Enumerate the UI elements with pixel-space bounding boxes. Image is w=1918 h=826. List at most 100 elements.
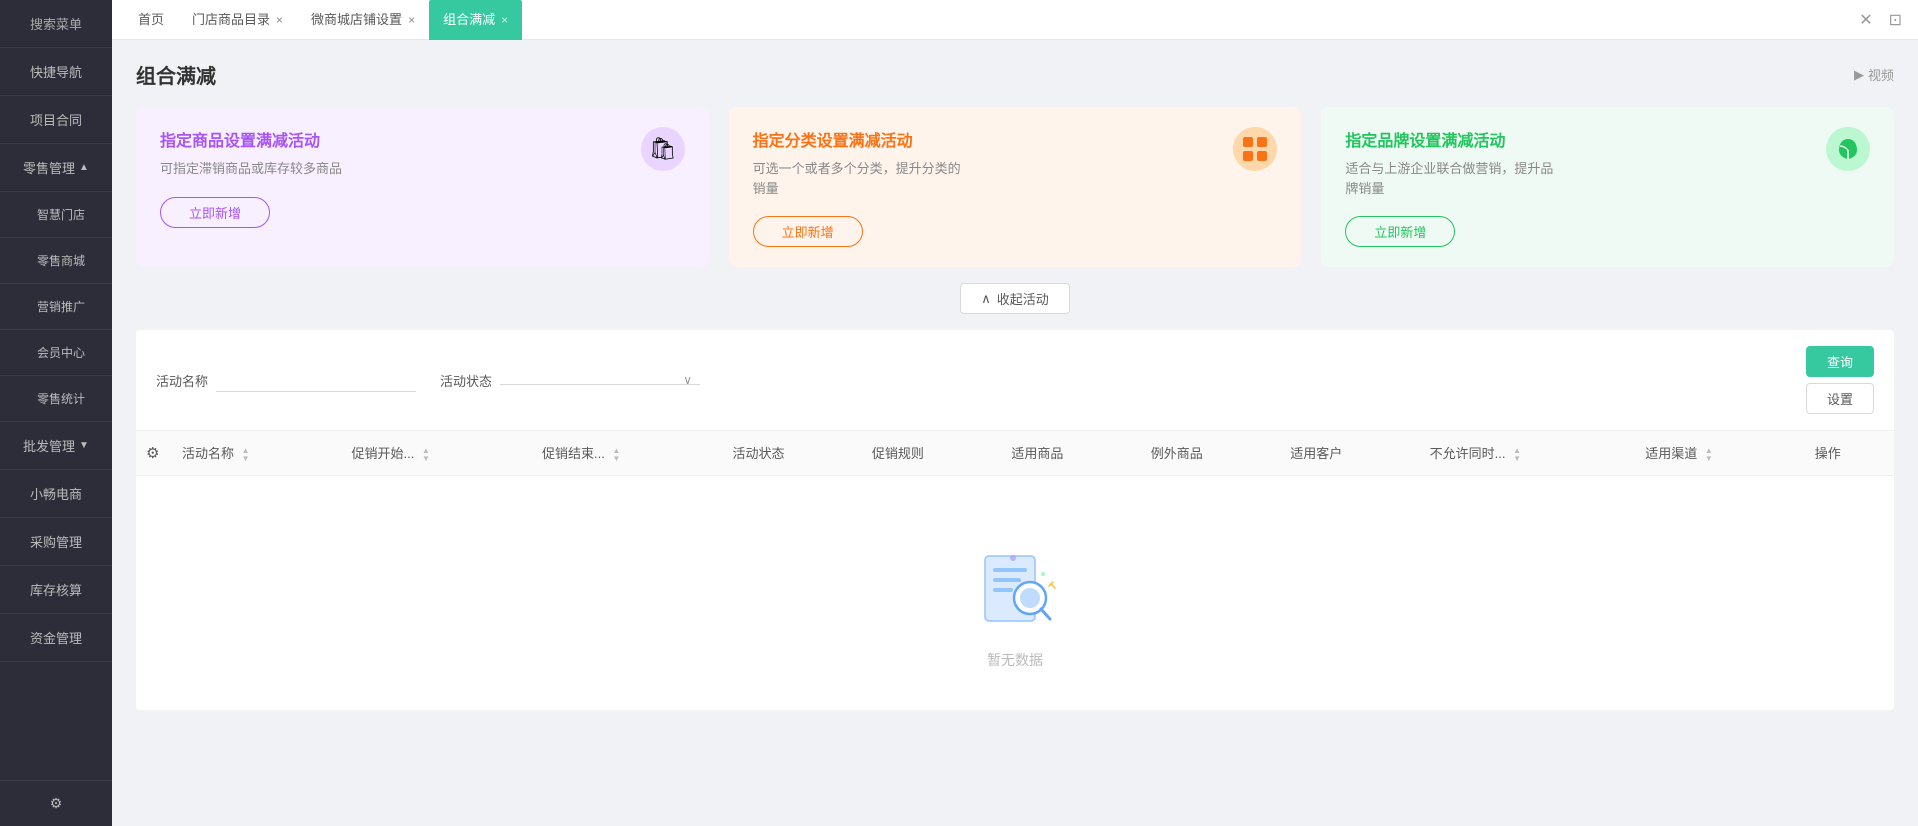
promo-card-title: 指定分类设置满减活动: [753, 127, 1278, 151]
table-body: 暂无数据: [136, 475, 1894, 710]
filter-row: 活动名称 活动状态 ∨ 查询 设置: [136, 330, 1894, 431]
table-col-applicable-goods: 适用商品: [1001, 431, 1140, 475]
collapse-bar: ∧ 收起活动: [136, 283, 1894, 314]
gear-icon[interactable]: ⚙: [146, 445, 159, 462]
data-table: ⚙ 活动名称 ▲▼ 促销开始... ▲▼ 促销结束... ▲▼: [136, 431, 1894, 710]
sidebar-item-finance[interactable]: 资金管理: [0, 614, 112, 662]
table-header: ⚙ 活动名称 ▲▼ 促销开始... ▲▼ 促销结束... ▲▼: [136, 431, 1894, 475]
settings-button[interactable]: 设置: [1806, 383, 1874, 414]
sidebar-item-label: 智慧门店: [37, 206, 85, 223]
promo-card-desc: 可选一个或者多个分类，提升分类的销量: [753, 159, 973, 198]
sidebar-item-member-center[interactable]: 会员中心: [0, 330, 112, 376]
sidebar: 搜索菜单 快捷导航 项目合同 零售管理 ▲ 智慧门店 零售商城 营销推广 会员中…: [0, 0, 112, 826]
close-window-button[interactable]: ✕: [1855, 10, 1876, 30]
sidebar-search[interactable]: 搜索菜单: [0, 0, 112, 48]
activity-status-select-wrap: ∨: [500, 376, 700, 385]
promo-cards-row: 指定商品设置满减活动 可指定滞销商品或库存较多商品 🛍 立即新增 指定分类设置满…: [136, 107, 1894, 267]
sidebar-item-label: 会员中心: [37, 344, 85, 361]
sidebar-settings[interactable]: ⚙: [0, 780, 112, 826]
sidebar-item-retail-mall[interactable]: 零售商城: [0, 238, 112, 284]
sidebar-item-retail-mgmt[interactable]: 零售管理 ▲: [0, 144, 112, 192]
window-controls: ✕ ⊡: [1855, 10, 1906, 30]
tab-home[interactable]: 首页: [124, 0, 178, 40]
sidebar-item-label: 营销推广: [37, 298, 85, 315]
promo-card-category: 指定分类设置满减活动 可选一个或者多个分类，提升分类的销量 立即新增: [729, 107, 1302, 267]
filter-activity-name: 活动名称: [156, 368, 416, 392]
table-col-applicable-customers: 适用客户: [1280, 431, 1419, 475]
sidebar-item-project-contract[interactable]: 项目合同: [0, 96, 112, 144]
activity-name-input[interactable]: [216, 368, 416, 392]
gear-icon: ⚙: [50, 795, 63, 811]
sidebar-item-label: 资金管理: [30, 628, 82, 647]
col-label: 适用渠道: [1645, 446, 1697, 461]
sort-icon[interactable]: ▲▼: [422, 447, 430, 463]
collapse-activities-button[interactable]: ∧ 收起活动: [960, 283, 1070, 314]
sidebar-item-label: 库存核算: [30, 580, 82, 599]
tab-label: 微商城店铺设置: [311, 0, 402, 40]
empty-illustration: [965, 536, 1065, 636]
promo-card-desc: 适合与上游企业联合做营销，提升品牌销量: [1345, 159, 1565, 198]
empty-state: 暂无数据: [136, 476, 1894, 710]
sort-icon[interactable]: ▲▼: [242, 447, 250, 463]
close-icon[interactable]: ×: [408, 0, 415, 40]
query-button[interactable]: 查询: [1806, 346, 1874, 377]
sidebar-item-label: 快捷导航: [30, 62, 82, 81]
chevron-up-icon: ▲: [79, 162, 89, 173]
sidebar-item-label: 小畅电商: [30, 484, 82, 503]
table-wrap: ⚙ 活动名称 ▲▼ 促销开始... ▲▼ 促销结束... ▲▼: [136, 431, 1894, 710]
sort-icon[interactable]: ▲▼: [612, 447, 620, 463]
sidebar-item-purchase-mgmt[interactable]: 采购管理: [0, 518, 112, 566]
promo-card-title: 指定商品设置满减活动: [160, 127, 685, 151]
table-col-promo-rule: 促销规则: [862, 431, 1001, 475]
table-col-promo-end: 促销结束... ▲▼: [532, 431, 722, 475]
content-area: 组合满减 ▶ 视频 指定商品设置满减活动 可指定滞销商品或库存较多商品 🛍 立即…: [112, 40, 1918, 826]
close-icon[interactable]: ×: [276, 0, 283, 40]
table-col-no-concurrent: 不允许同时... ▲▼: [1420, 431, 1636, 475]
promo-card-brand: 指定品牌设置满减活动 适合与上游企业联合做营销，提升品牌销量 立即新增: [1321, 107, 1894, 267]
tab-label: 组合满减: [443, 0, 495, 40]
sidebar-item-label: 零售商城: [37, 252, 85, 269]
play-circle-icon: ▶: [1854, 67, 1864, 83]
table-col-gear: ⚙: [136, 431, 172, 475]
sort-icon[interactable]: ▲▼: [1705, 447, 1713, 463]
tab-label: 首页: [138, 0, 164, 40]
add-brand-promo-button[interactable]: 立即新增: [1345, 216, 1455, 247]
maximize-window-button[interactable]: ⊡: [1885, 10, 1906, 30]
tab-combo-discount[interactable]: 组合满减 ×: [429, 0, 522, 40]
tab-label: 门店商品目录: [192, 0, 270, 40]
promo-card-title: 指定品牌设置满减活动: [1345, 127, 1870, 151]
add-category-promo-button[interactable]: 立即新增: [753, 216, 863, 247]
sidebar-item-wholesale-mgmt[interactable]: 批发管理 ▼: [0, 422, 112, 470]
video-label: 视频: [1868, 65, 1894, 84]
sidebar-item-quick-nav[interactable]: 快捷导航: [0, 48, 112, 96]
filter-activity-status: 活动状态 ∨: [440, 371, 700, 390]
sidebar-item-marketing[interactable]: 营销推广: [0, 284, 112, 330]
category-icon: [1233, 127, 1277, 171]
sidebar-item-xiaochang-ecommerce[interactable]: 小畅电商: [0, 470, 112, 518]
activity-status-select[interactable]: [500, 376, 700, 385]
activity-name-label: 活动名称: [156, 371, 208, 390]
sidebar-item-retail-stats[interactable]: 零售统计: [0, 376, 112, 422]
col-label: 促销开始...: [352, 446, 415, 461]
video-link[interactable]: ▶ 视频: [1854, 65, 1894, 84]
table-header-row: ⚙ 活动名称 ▲▼ 促销开始... ▲▼ 促销结束... ▲▼: [136, 431, 1894, 475]
add-goods-promo-button[interactable]: 立即新增: [160, 197, 270, 228]
activity-status-label: 活动状态: [440, 371, 492, 390]
tabs-bar: 首页 门店商品目录 × 微商城店铺设置 × 组合满减 × ✕ ⊡: [112, 0, 1918, 40]
table-col-applicable-channel: 适用渠道 ▲▼: [1635, 431, 1805, 475]
sidebar-item-smart-store[interactable]: 智慧门店: [0, 192, 112, 238]
sidebar-item-label: 采购管理: [30, 532, 82, 551]
page-title: 组合满减: [136, 60, 216, 89]
table-col-activity-name: 活动名称 ▲▼: [172, 431, 342, 475]
close-icon[interactable]: ×: [501, 0, 508, 40]
sidebar-item-label: 零售统计: [37, 390, 85, 407]
sort-icon[interactable]: ▲▼: [1513, 447, 1521, 463]
promo-card-desc: 可指定滞销商品或库存较多商品: [160, 159, 380, 179]
tab-store-catalog[interactable]: 门店商品目录 ×: [178, 0, 297, 40]
tab-wechat-shop-settings[interactable]: 微商城店铺设置 ×: [297, 0, 429, 40]
leaf-icon: [1826, 127, 1870, 171]
empty-text: 暂无数据: [987, 650, 1043, 670]
sidebar-item-inventory[interactable]: 库存核算: [0, 566, 112, 614]
col-label: 促销结束...: [542, 446, 605, 461]
table-col-action: 操作: [1805, 431, 1894, 475]
